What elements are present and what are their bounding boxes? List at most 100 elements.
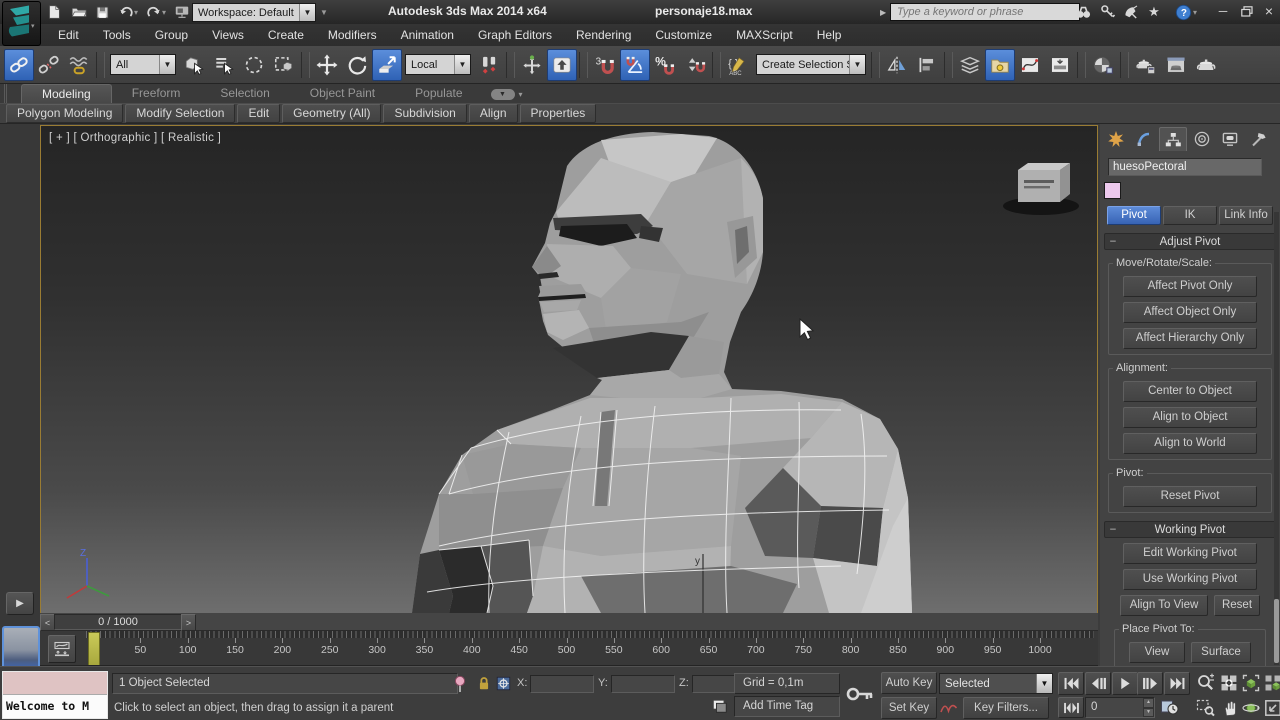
menu-modifiers[interactable]: Modifiers <box>316 24 389 46</box>
play-animation-button[interactable] <box>1112 672 1138 695</box>
go-to-start-button[interactable] <box>1058 672 1084 695</box>
menu-animation[interactable]: Animation <box>389 24 466 46</box>
undo-icon[interactable] <box>116 3 136 21</box>
affect-hierarchy-only-button[interactable]: Affect Hierarchy Only <box>1123 328 1257 349</box>
favorites-star-icon[interactable]: ★ <box>1143 2 1165 22</box>
select-and-link-icon[interactable] <box>4 48 34 81</box>
place-pivot-surface-button[interactable]: Surface <box>1191 642 1251 663</box>
snap-toggle-3d-icon[interactable]: 3 <box>590 49 620 81</box>
place-pivot-view-button[interactable]: View <box>1129 642 1185 663</box>
zoom-icon[interactable] <box>1194 672 1216 693</box>
rendered-frame-icon[interactable] <box>1161 49 1191 81</box>
minimize-button[interactable]: ─ <box>1212 2 1234 20</box>
working-pivot-rollout-header[interactable]: − Working Pivot <box>1104 521 1276 538</box>
object-name-field[interactable]: huesoPectoral <box>1108 158 1262 176</box>
render-setup-icon[interactable] <box>1131 49 1161 81</box>
dropdown-arrow-icon[interactable]: ▼ <box>454 55 470 74</box>
menu-customize[interactable]: Customize <box>643 24 724 46</box>
time-configuration-icon[interactable] <box>1160 697 1179 716</box>
infocenter-arrow-icon[interactable]: ▶ <box>880 8 886 17</box>
schematic-view-icon[interactable] <box>1045 49 1075 81</box>
restore-button[interactable] <box>1236 2 1258 20</box>
ribbon-panel-geometry-all-[interactable]: Geometry (All) <box>282 104 382 123</box>
transform-type-in-icon[interactable] <box>496 676 511 691</box>
auto-key-button[interactable]: Auto Key <box>881 672 937 694</box>
help-menu-caret[interactable]: ▾ <box>1193 8 1197 17</box>
zoom-extents-all-icon[interactable] <box>1262 672 1280 693</box>
ribbon-panel-polygon-modeling[interactable]: Polygon Modeling <box>6 104 124 123</box>
select-and-manipulate-icon[interactable] <box>517 49 547 81</box>
isolate-selection-pin-icon[interactable] <box>452 674 468 694</box>
time-slider-readout[interactable]: 0 / 1000 <box>54 614 182 630</box>
adjust-pivot-rollout-header[interactable]: − Adjust Pivot <box>1104 233 1276 250</box>
reset-pivot-button[interactable]: Reset Pivot <box>1123 486 1257 507</box>
window-crossing-icon[interactable] <box>269 49 299 81</box>
select-and-rotate-icon[interactable] <box>342 49 372 81</box>
panel-scrollbar[interactable] <box>1274 212 1279 665</box>
zoom-extents-icon[interactable] <box>1240 672 1262 693</box>
align-to-object-button[interactable]: Align to Object <box>1123 407 1257 428</box>
ik-tab[interactable]: IK <box>1163 206 1217 225</box>
named-selection-sets-icon[interactable]: { } ABC <box>723 49 753 81</box>
go-to-end-button[interactable] <box>1164 672 1190 695</box>
tab-hierarchy[interactable] <box>1159 127 1187 151</box>
macro-recorder-pane[interactable] <box>3 672 107 695</box>
redo-icon[interactable] <box>144 3 164 21</box>
menu-maxscript[interactable]: MAXScript <box>724 24 805 46</box>
pivot-tab[interactable]: Pivot <box>1107 206 1161 225</box>
time-slider-thumb[interactable] <box>88 632 100 665</box>
ribbon-tab-populate[interactable]: Populate <box>395 84 482 103</box>
viewport[interactable]: [ + ] [ Orthographic ] [ Realistic ] y Z <box>40 125 1098 614</box>
select-by-name-icon[interactable] <box>209 49 239 81</box>
ribbon-panel-subdivision[interactable]: Subdivision <box>383 104 467 123</box>
tab-display[interactable] <box>1217 127 1243 150</box>
key-selection-dropdown[interactable]: Selected ▼ <box>939 673 1053 694</box>
y-coord-field[interactable] <box>611 675 675 693</box>
open-listener-window-icon[interactable] <box>712 698 728 714</box>
spinner-snap-icon[interactable] <box>680 49 710 81</box>
ribbon-grip[interactable] <box>4 84 21 103</box>
key-mode-toggle-button[interactable] <box>1058 697 1084 718</box>
select-object-icon[interactable] <box>179 49 209 81</box>
use-working-pivot-button[interactable]: Use Working Pivot <box>1123 569 1257 590</box>
pan-hand-icon[interactable] <box>1218 697 1240 718</box>
panel-scrollbar-thumb[interactable] <box>1274 599 1279 663</box>
maxscript-mini-listener[interactable]: Welcome to M <box>2 671 108 719</box>
reset-working-pivot-button[interactable]: Reset <box>1214 595 1260 616</box>
timeline-ruler[interactable]: 0501001502002503003504004505005506006507… <box>40 631 1098 666</box>
save-file-icon[interactable] <box>92 3 112 21</box>
select-and-scale-icon[interactable] <box>372 48 402 81</box>
ribbon-tab-freeform[interactable]: Freeform <box>112 84 201 103</box>
material-editor-icon[interactable] <box>1088 49 1118 81</box>
bind-to-space-warp-icon[interactable] <box>64 49 94 81</box>
select-and-move-icon[interactable] <box>312 49 342 81</box>
object-color-swatch[interactable] <box>1104 182 1121 199</box>
listener-pane[interactable]: Welcome to M <box>3 695 107 718</box>
next-frame-button[interactable] <box>1137 672 1163 695</box>
selection-filter-dropdown[interactable]: All ▼ <box>110 54 176 75</box>
ribbon-options-caret[interactable]: ▾ <box>519 90 523 99</box>
use-pivot-center-icon[interactable] <box>474 49 504 81</box>
add-time-tag[interactable]: Add Time Tag <box>734 696 840 717</box>
selection-lock-icon[interactable] <box>476 674 492 692</box>
ribbon-panel-edit[interactable]: Edit <box>237 104 281 123</box>
ribbon-minimize-icon[interactable]: ▼ <box>490 89 515 100</box>
angle-snap-icon[interactable] <box>620 48 650 81</box>
tab-create[interactable] <box>1103 127 1129 150</box>
scene-explorer-toggle-icon[interactable] <box>985 48 1015 81</box>
edit-working-pivot-button[interactable]: Edit Working Pivot <box>1123 543 1257 564</box>
frame-spinner[interactable]: ▲ ▼ <box>1143 698 1154 717</box>
layout-tabs-expand-arrow-icon[interactable]: ▶ <box>6 592 34 615</box>
workspace-dropdown-arrow[interactable]: ▼ <box>299 4 315 21</box>
align-to-view-button[interactable]: Align To View <box>1120 595 1208 616</box>
tab-motion[interactable] <box>1189 127 1215 150</box>
menu-graph-editors[interactable]: Graph Editors <box>466 24 564 46</box>
current-frame-field[interactable]: 0 ▲ ▼ <box>1085 697 1155 718</box>
subscription-key-icon[interactable] <box>1097 2 1119 22</box>
set-key-button[interactable]: Set Key <box>881 697 937 719</box>
search-input[interactable] <box>890 3 1080 21</box>
ribbon-tab-modeling[interactable]: Modeling <box>21 84 112 103</box>
previous-frame-button[interactable] <box>1085 672 1111 695</box>
search-binoculars-icon[interactable] <box>1072 2 1094 22</box>
keyboard-override-icon[interactable] <box>547 48 577 81</box>
